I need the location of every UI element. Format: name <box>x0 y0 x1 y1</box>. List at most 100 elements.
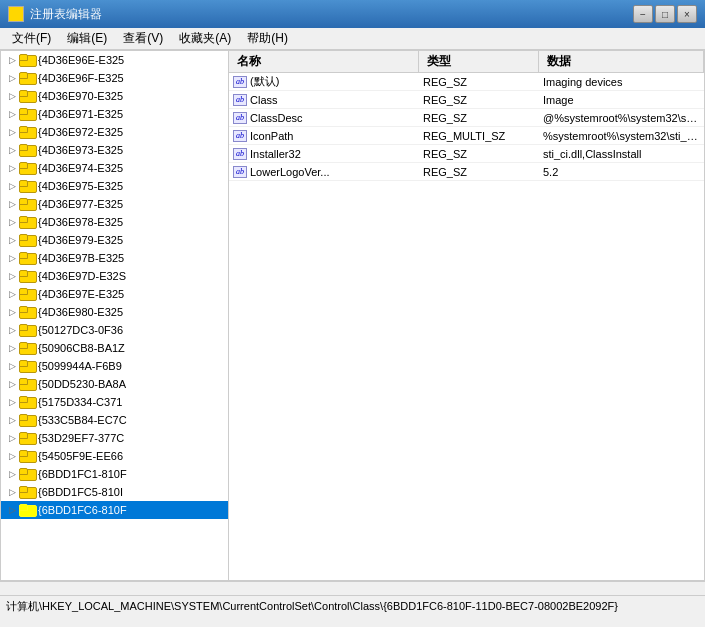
cell-data: Imaging devices <box>539 76 704 88</box>
folder-icon <box>19 396 35 409</box>
tree-expand-icon[interactable]: ▷ <box>5 215 19 229</box>
maximize-button[interactable]: □ <box>655 5 675 23</box>
tree-item-label: {4D36E972-E325 <box>38 126 123 138</box>
right-panel: 名称 类型 数据 ab(默认)REG_SZImaging devicesabCl… <box>229 51 704 580</box>
tree-item[interactable]: ▷{50906CB8-BA1Z <box>1 339 228 357</box>
tree-item[interactable]: ▷{4D36E978-E325 <box>1 213 228 231</box>
col-header-type[interactable]: 类型 <box>419 51 539 72</box>
tree-item[interactable]: ▷{4D36E96E-E325 <box>1 51 228 69</box>
tree-item[interactable]: ▷ {533C5B84-EC7C <box>1 411 228 429</box>
tree-item[interactable]: ▷ {4D36E972-E325 <box>1 123 228 141</box>
tree-expand-icon[interactable]: ▷ <box>5 125 19 139</box>
col-header-name[interactable]: 名称 <box>229 51 419 72</box>
tree-expand-icon[interactable]: ▷ <box>5 53 19 67</box>
tree-expand-icon[interactable]: ▷ <box>5 431 19 445</box>
folder-icon <box>19 414 35 427</box>
folder-icon <box>19 270 35 283</box>
folder-icon <box>19 162 35 175</box>
reg-name-text: Class <box>250 94 278 106</box>
tree-expand-icon[interactable]: ▷ <box>5 251 19 265</box>
tree-expand-icon[interactable]: ▷ <box>5 143 19 157</box>
tree-item[interactable]: ▷{4D36E980-E325 <box>1 303 228 321</box>
tree-item[interactable]: ▷{6BDD1FC5-810I <box>1 483 228 501</box>
tree-item[interactable]: ▷{5099944A-F6B9 <box>1 357 228 375</box>
tree-expand-icon[interactable]: ▷ <box>5 503 19 517</box>
tree-item[interactable]: ▷{4D36E973-E325 <box>1 141 228 159</box>
tree-item[interactable]: ▷ {4D36E974-E325 <box>1 159 228 177</box>
tree-expand-icon[interactable]: ▷ <box>5 449 19 463</box>
tree-panel[interactable]: ▷{4D36E96E-E325▷{4D36E96F-E325▷{4D36E970… <box>1 51 229 580</box>
tree-expand-icon[interactable]: ▷ <box>5 377 19 391</box>
tree-expand-icon[interactable]: ▷ <box>5 71 19 85</box>
tree-item[interactable]: ▷{4D36E979-E325 <box>1 231 228 249</box>
cell-name: abIconPath <box>229 130 419 142</box>
tree-item[interactable]: ▷{6BDD1FC6-810F <box>1 501 228 519</box>
tree-item[interactable]: ▷{4D36E97E-E325 <box>1 285 228 303</box>
tree-expand-icon[interactable]: ▷ <box>5 287 19 301</box>
tree-expand-icon[interactable]: ▷ <box>5 323 19 337</box>
tree-item[interactable]: ▷{54505F9E-EE66 <box>1 447 228 465</box>
tree-item[interactable]: ▷{5175D334-C371 <box>1 393 228 411</box>
tree-expand-icon[interactable]: ▷ <box>5 161 19 175</box>
status-bar: 计算机\HKEY_LOCAL_MACHINE\SYSTEM\CurrentCon… <box>0 595 705 617</box>
tree-expand-icon[interactable]: ▷ <box>5 269 19 283</box>
reg-value-icon: ab <box>233 76 247 88</box>
tree-item-label: {4D36E971-E325 <box>38 108 123 120</box>
cell-name: ab(默认) <box>229 74 419 89</box>
tree-expand-icon[interactable]: ▷ <box>5 413 19 427</box>
col-header-data[interactable]: 数据 <box>539 51 704 72</box>
tree-item[interactable]: ▷ {4D36E96F-E325 <box>1 69 228 87</box>
folder-icon <box>19 72 35 85</box>
cell-data: @%systemroot%\system32\sti_ci.dll,-5 <box>539 112 704 124</box>
table-row[interactable]: abIconPathREG_MULTI_SZ%systemroot%\syste… <box>229 127 704 145</box>
tree-item[interactable]: ▷{53D29EF7-377C <box>1 429 228 447</box>
menu-item-favorites[interactable]: 收藏夹(A) <box>171 28 239 49</box>
tree-expand-icon[interactable]: ▷ <box>5 341 19 355</box>
tree-expand-icon[interactable]: ▷ <box>5 233 19 247</box>
table-row[interactable]: abClassDescREG_SZ@%systemroot%\system32\… <box>229 109 704 127</box>
folder-icon <box>19 198 35 211</box>
tree-item-label: {533C5B84-EC7C <box>38 414 127 426</box>
tree-item[interactable]: ▷{4D36E970-E325 <box>1 87 228 105</box>
tree-item[interactable]: ▷ {6BDD1FC1-810F <box>1 465 228 483</box>
tree-expand-icon[interactable]: ▷ <box>5 305 19 319</box>
tree-item[interactable]: ▷ {4D36E977-E325 <box>1 195 228 213</box>
tree-item[interactable]: ▷{4D36E97B-E325 <box>1 249 228 267</box>
tree-expand-icon[interactable]: ▷ <box>5 179 19 193</box>
reg-name-text: LowerLogoVer... <box>250 166 330 178</box>
hscroll-area[interactable] <box>0 581 705 595</box>
cell-name: abLowerLogoVer... <box>229 166 419 178</box>
table-row[interactable]: abInstaller32REG_SZsti_ci.dll,ClassInsta… <box>229 145 704 163</box>
table-row[interactable]: ab(默认)REG_SZImaging devices <box>229 73 704 91</box>
tree-expand-icon[interactable]: ▷ <box>5 395 19 409</box>
tree-expand-icon[interactable]: ▷ <box>5 197 19 211</box>
tree-item[interactable]: ▷{4D36E97D-E32S <box>1 267 228 285</box>
tree-item[interactable]: ▷{4D36E975-E325 <box>1 177 228 195</box>
cell-type: REG_SZ <box>419 148 539 160</box>
tree-item-label: {4D36E96F-E325 <box>38 72 124 84</box>
tree-item[interactable]: ▷ {50DD5230-BA8A <box>1 375 228 393</box>
tree-item-label: {4D36E977-E325 <box>38 198 123 210</box>
table-row[interactable]: abClassREG_SZImage <box>229 91 704 109</box>
tree-item-label: {50DD5230-BA8A <box>38 378 126 390</box>
tree-expand-icon[interactable]: ▷ <box>5 359 19 373</box>
menu-item-file[interactable]: 文件(F) <box>4 28 59 49</box>
menu-item-view[interactable]: 查看(V) <box>115 28 171 49</box>
table-body[interactable]: ab(默认)REG_SZImaging devicesabClassREG_SZ… <box>229 73 704 580</box>
tree-item-label: {6BDD1FC1-810F <box>38 468 127 480</box>
menu-item-edit[interactable]: 编辑(E) <box>59 28 115 49</box>
cell-name: abClassDesc <box>229 112 419 124</box>
tree-expand-icon[interactable]: ▷ <box>5 107 19 121</box>
tree-item[interactable]: ▷ {50127DC3-0F36 <box>1 321 228 339</box>
tree-expand-icon[interactable]: ▷ <box>5 89 19 103</box>
tree-expand-icon[interactable]: ▷ <box>5 467 19 481</box>
tree-item-label: {4D36E974-E325 <box>38 162 123 174</box>
folder-icon <box>19 306 35 319</box>
menu-item-help[interactable]: 帮助(H) <box>239 28 296 49</box>
close-button[interactable]: × <box>677 5 697 23</box>
tree-item-label: {50127DC3-0F36 <box>38 324 123 336</box>
minimize-button[interactable]: − <box>633 5 653 23</box>
tree-expand-icon[interactable]: ▷ <box>5 485 19 499</box>
tree-item[interactable]: ▷ {4D36E971-E325 <box>1 105 228 123</box>
table-row[interactable]: abLowerLogoVer...REG_SZ5.2 <box>229 163 704 181</box>
